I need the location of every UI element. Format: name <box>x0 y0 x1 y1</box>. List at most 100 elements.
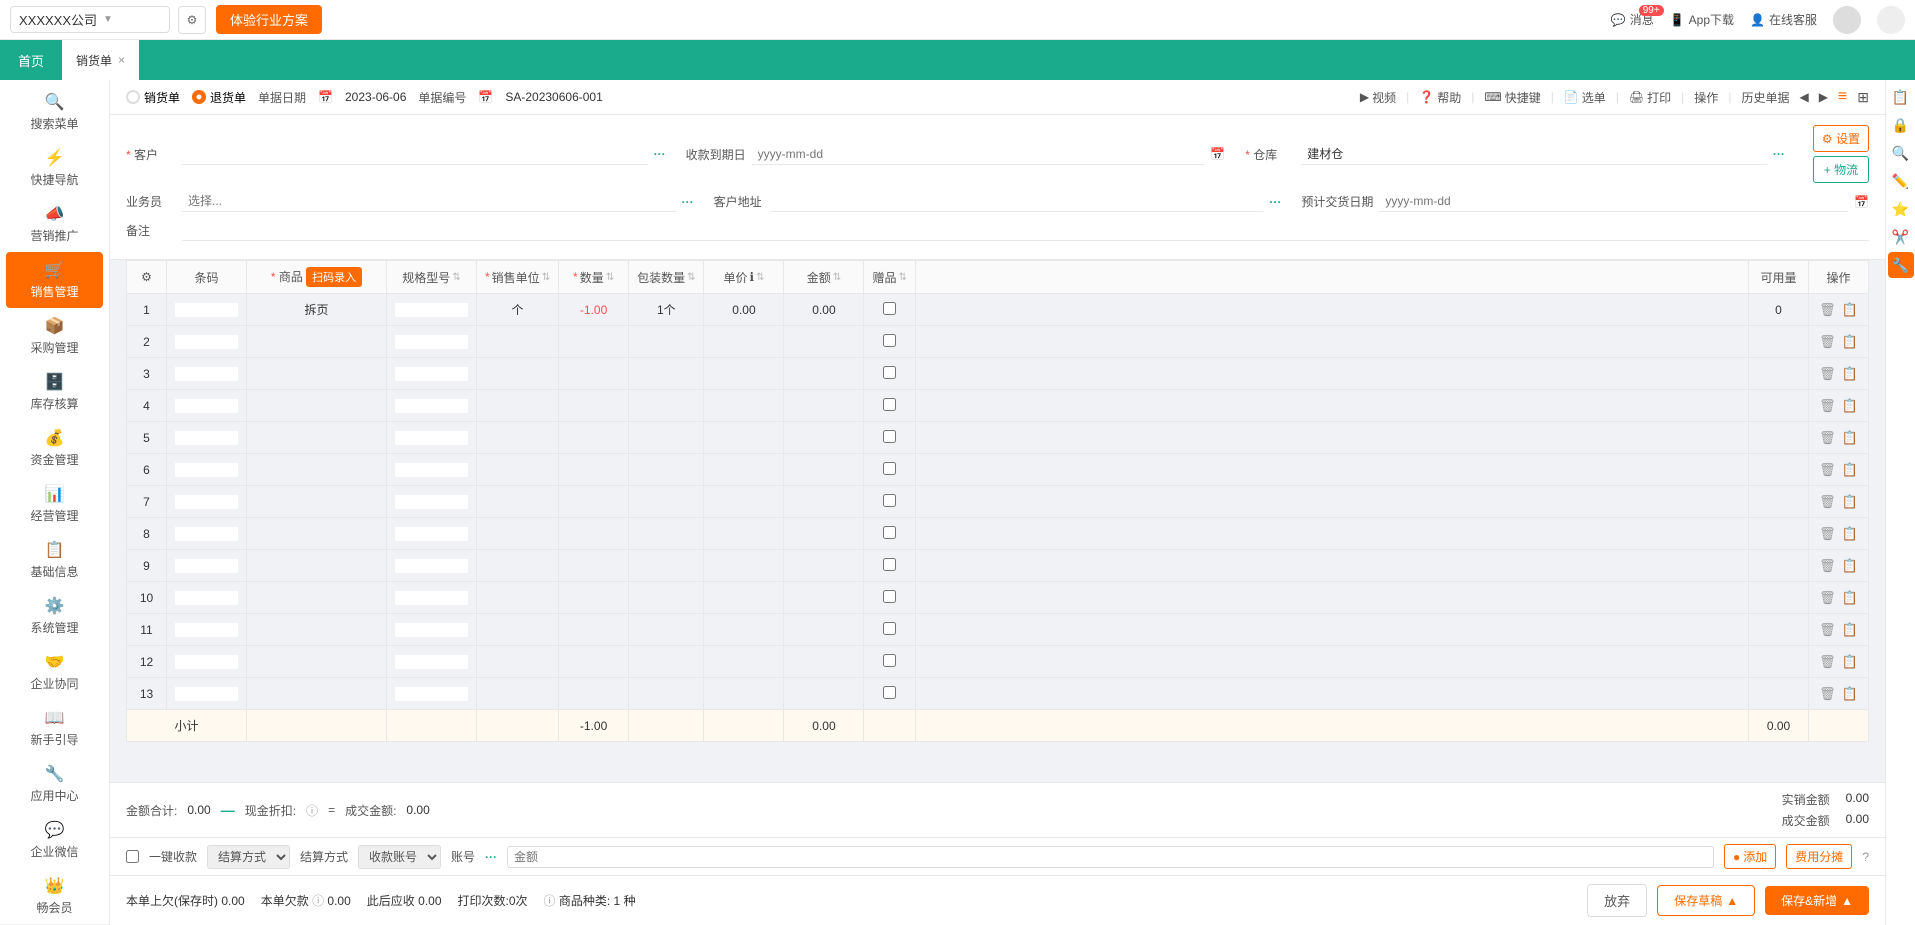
sidebar-item-guide[interactable]: 📖 新手引导 <box>0 700 109 756</box>
cell-price[interactable] <box>704 582 784 614</box>
delete-icon[interactable]: 🗑 <box>1819 526 1836 542</box>
cell-price[interactable] <box>704 454 784 486</box>
th-pkg-qty[interactable]: 包装数量 ⇅ <box>629 261 704 294</box>
right-panel-star-icon[interactable]: ⭐ <box>1888 196 1914 222</box>
toolbar-print-btn[interactable]: 🖨 打印 <box>1629 89 1671 106</box>
settings-button[interactable]: ⚙ 设置 <box>1813 125 1869 152</box>
avatar-extra[interactable] <box>1877 6 1905 34</box>
cell-barcode[interactable] <box>167 326 247 358</box>
calendar-icon-expected[interactable]: 📅 <box>1854 195 1869 209</box>
calc-method-select[interactable]: 结算方式 <box>207 845 290 869</box>
toolbar-operation-btn[interactable]: 操作 <box>1694 89 1718 106</box>
cell-barcode[interactable] <box>167 518 247 550</box>
sidebar-item-purchase[interactable]: 📦 采购管理 <box>0 308 109 364</box>
delete-icon[interactable]: 🗑 <box>1819 366 1836 382</box>
cell-gift[interactable] <box>864 454 915 486</box>
right-panel-tool-icon[interactable]: 🔧 <box>1888 252 1914 278</box>
delete-icon[interactable]: 🗑 <box>1819 462 1836 478</box>
cell-barcode[interactable] <box>167 646 247 678</box>
cell-barcode[interactable] <box>167 550 247 582</box>
cell-qty[interactable] <box>559 454 629 486</box>
tab-close-icon[interactable]: × <box>118 53 125 67</box>
scan-barcode-button[interactable]: 扫码录入 <box>306 267 362 287</box>
customer-addr-input[interactable] <box>770 191 1264 212</box>
cell-qty[interactable] <box>559 518 629 550</box>
sidebar-item-sales[interactable]: 🛒 销售管理 <box>6 252 103 308</box>
copy-icon[interactable]: 📋 <box>1842 366 1858 382</box>
sidebar-item-marketing[interactable]: 📣 营销推广 <box>0 196 109 252</box>
cell-qty[interactable] <box>559 486 629 518</box>
cell-spec[interactable] <box>387 454 477 486</box>
cell-qty[interactable] <box>559 390 629 422</box>
save-draft-button[interactable]: 保存草稿 ▲ <box>1657 885 1755 916</box>
copy-icon[interactable]: 📋 <box>1842 462 1858 478</box>
sidebar-item-quick-nav[interactable]: ⚡ 快捷导航 <box>0 140 109 196</box>
amount-input[interactable] <box>507 846 1714 868</box>
delete-icon[interactable]: 🗑 <box>1819 654 1836 670</box>
delete-icon[interactable]: 🗑 <box>1819 494 1836 510</box>
tab-sale-order[interactable]: 销货单 × <box>62 40 139 80</box>
cell-qty[interactable] <box>559 422 629 454</box>
cell-gift[interactable] <box>864 646 915 678</box>
cell-gift[interactable] <box>864 358 915 390</box>
copy-icon[interactable]: 📋 <box>1842 430 1858 446</box>
customer-input[interactable] <box>182 144 648 165</box>
right-panel-search-icon[interactable]: 🔍 <box>1888 140 1914 166</box>
cell-gift[interactable] <box>864 582 915 614</box>
cell-qty[interactable] <box>559 358 629 390</box>
th-settings[interactable]: ⚙ <box>127 261 167 294</box>
cell-barcode[interactable] <box>167 454 247 486</box>
sidebar-item-member[interactable]: 👑 畅会员 <box>0 868 109 924</box>
toolbar-select-btn[interactable]: 📄 选单 <box>1564 89 1606 106</box>
cell-barcode[interactable] <box>167 358 247 390</box>
sidebar-item-system[interactable]: ⚙️ 系统管理 <box>0 588 109 644</box>
cell-price[interactable] <box>704 390 784 422</box>
warehouse-input[interactable] <box>1301 144 1767 165</box>
delete-icon[interactable]: 🗑 <box>1819 686 1836 702</box>
cell-price[interactable]: 0.00 <box>704 294 784 326</box>
toolbar-shortcut-btn[interactable]: ⌨ 快捷键 <box>1484 89 1540 106</box>
th-product[interactable]: * 商品 扫码录入 <box>247 261 387 294</box>
customer-select-dots[interactable]: ··· <box>654 147 666 161</box>
delete-icon[interactable]: 🗑 <box>1819 302 1836 318</box>
cell-barcode[interactable] <box>167 582 247 614</box>
cell-price[interactable] <box>704 678 784 710</box>
cell-qty[interactable]: -1.00 <box>559 294 629 326</box>
flow-button[interactable]: + 物流 <box>1813 156 1869 183</box>
message-button[interactable]: 💬 消息 99+ <box>1611 11 1654 28</box>
copy-icon[interactable]: 📋 <box>1842 302 1858 318</box>
cell-barcode[interactable] <box>167 422 247 454</box>
copy-icon[interactable]: 📋 <box>1842 622 1858 638</box>
cell-qty[interactable] <box>559 550 629 582</box>
cell-price[interactable] <box>704 486 784 518</box>
salesperson-select-dots[interactable]: ··· <box>682 195 694 209</box>
right-panel-lock-icon[interactable]: 🔒 <box>1888 112 1914 138</box>
sidebar-item-basic-info[interactable]: 📋 基础信息 <box>0 532 109 588</box>
cell-price[interactable] <box>704 550 784 582</box>
cell-qty[interactable] <box>559 646 629 678</box>
cell-spec[interactable] <box>387 614 477 646</box>
cell-spec[interactable] <box>387 550 477 582</box>
app-download-button[interactable]: 📱 App下载 <box>1670 11 1734 28</box>
cell-gift[interactable] <box>864 422 915 454</box>
cell-spec[interactable] <box>387 646 477 678</box>
th-gift[interactable]: 赠品 ⇅ <box>864 261 915 294</box>
toolbar-help-btn[interactable]: ❓ 帮助 <box>1419 89 1461 106</box>
copy-icon[interactable]: 📋 <box>1842 526 1858 542</box>
cell-spec[interactable] <box>387 422 477 454</box>
cell-spec[interactable] <box>387 486 477 518</box>
copy-icon[interactable]: 📋 <box>1842 334 1858 350</box>
delete-icon[interactable]: 🗑 <box>1819 334 1836 350</box>
th-unit[interactable]: * 销售单位 ⇅ <box>477 261 559 294</box>
date-value[interactable]: 2023-06-06 <box>345 90 406 104</box>
add-payment-button[interactable]: ● 添加 <box>1724 844 1776 869</box>
radio-sale-order[interactable]: 销货单 <box>126 89 180 106</box>
cell-qty[interactable] <box>559 614 629 646</box>
save-new-button[interactable]: 保存&新增 ▲ <box>1765 886 1869 915</box>
toolbar-history-btn[interactable]: 历史单据 <box>1741 89 1789 106</box>
th-spec[interactable]: 规格型号 ⇅ <box>387 261 477 294</box>
toolbar-video-btn[interactable]: ▶ 视频 <box>1360 89 1396 106</box>
payment-date-input[interactable] <box>752 144 1205 165</box>
cell-gift[interactable] <box>864 518 915 550</box>
trial-button[interactable]: 体验行业方案 <box>216 5 322 34</box>
